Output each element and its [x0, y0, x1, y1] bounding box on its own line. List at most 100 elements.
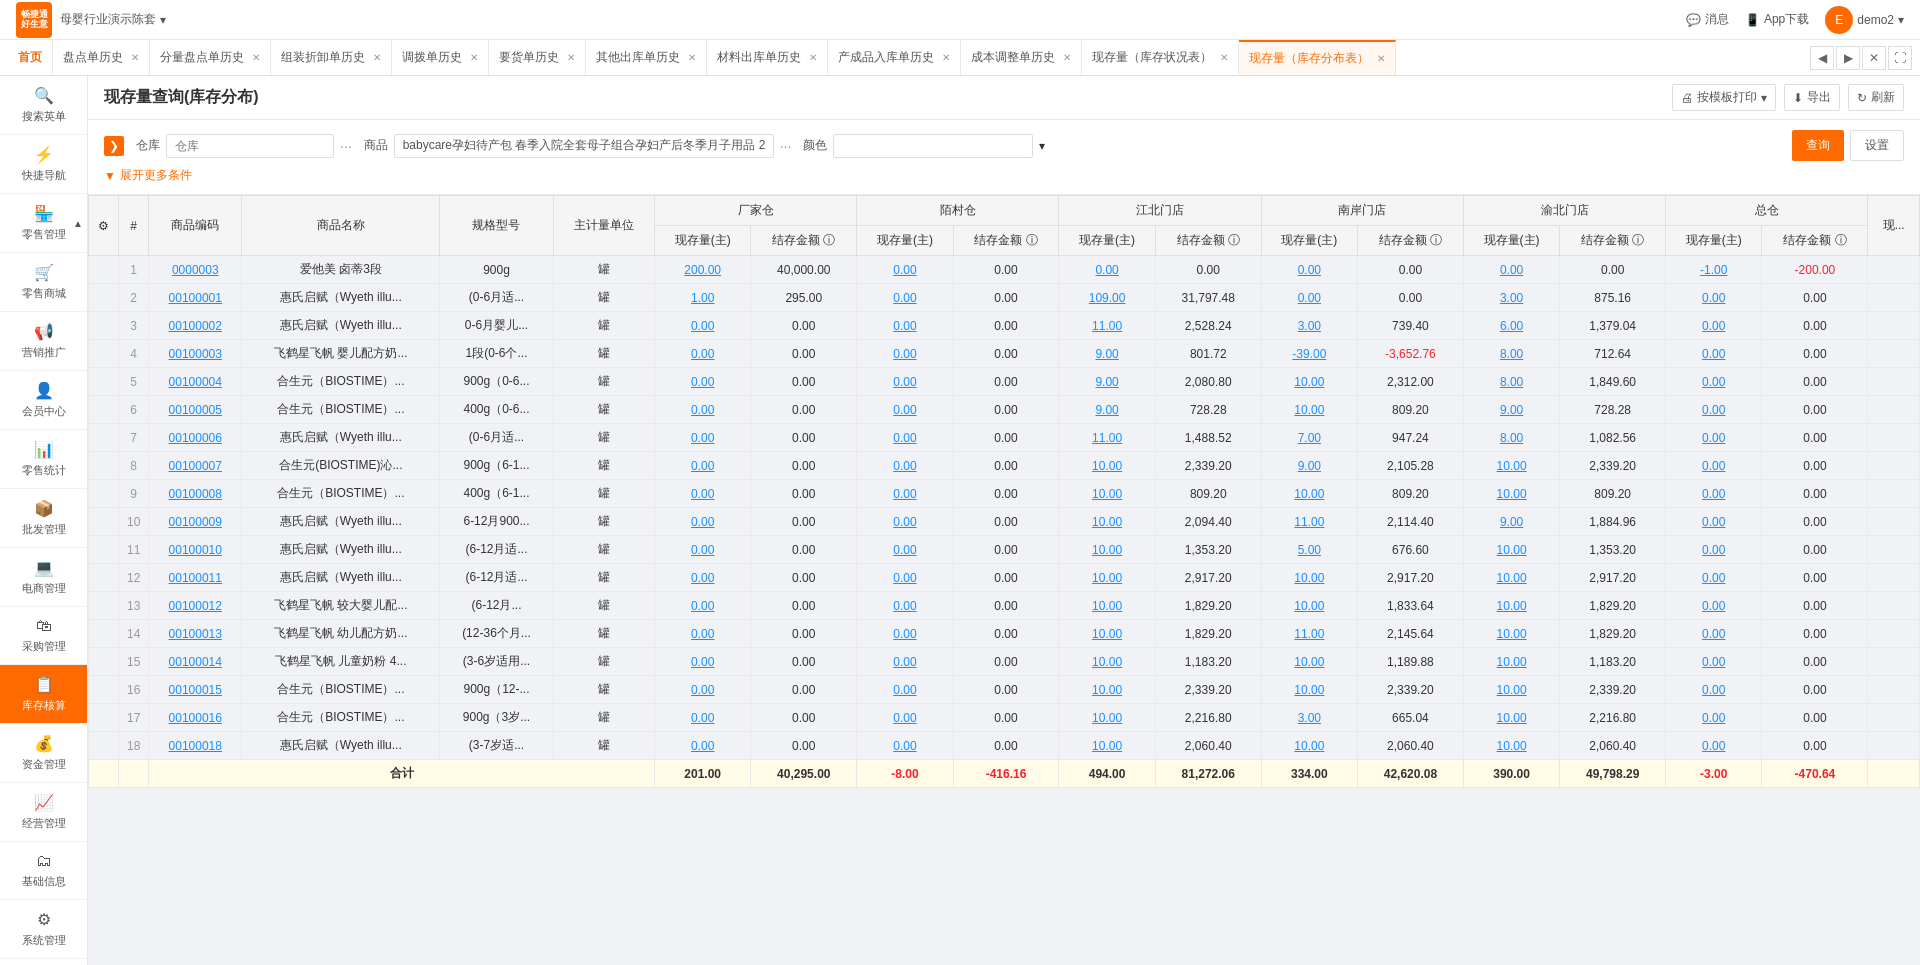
table-cell[interactable]: 00100014 — [149, 648, 242, 676]
table-cell[interactable]: 00100013 — [149, 620, 242, 648]
table-cell[interactable]: 11.00 — [1059, 424, 1155, 452]
table-cell[interactable]: 00100008 — [149, 480, 242, 508]
table-cell[interactable]: 0.00 — [1261, 256, 1357, 284]
table-cell[interactable]: 10.00 — [1059, 704, 1155, 732]
tab-close-icon[interactable]: ✕ — [567, 52, 575, 63]
table-cell[interactable]: 0.00 — [1666, 564, 1762, 592]
color-input[interactable] — [833, 134, 1033, 158]
table-cell[interactable]: 8.00 — [1463, 340, 1559, 368]
table-cell[interactable]: 7.00 — [1261, 424, 1357, 452]
table-cell[interactable]: 3.00 — [1463, 284, 1559, 312]
tab-expand-button[interactable]: ⛶ — [1888, 46, 1912, 70]
table-cell[interactable]: 0.00 — [1666, 620, 1762, 648]
table-cell[interactable]: 0.00 — [857, 564, 953, 592]
sidebar-item-system[interactable]: ⚙ 系统管理 — [0, 900, 87, 959]
table-cell[interactable]: 0.00 — [857, 284, 953, 312]
refresh-button[interactable]: ↻ 刷新 — [1848, 84, 1904, 111]
table-cell[interactable]: 0.00 — [655, 536, 751, 564]
app-download-button[interactable]: 📱 App下载 — [1745, 11, 1809, 28]
sidebar-item-basic[interactable]: 🗂 基础信息 — [0, 842, 87, 900]
sidebar-item-collab[interactable]: 🤝 企业协同 — [0, 959, 87, 965]
tab-cost-adjust[interactable]: 成本调整单历史 ✕ — [961, 40, 1082, 76]
table-cell[interactable]: 0.00 — [857, 480, 953, 508]
table-cell[interactable]: 0.00 — [655, 564, 751, 592]
table-cell[interactable]: 0.00 — [857, 368, 953, 396]
table-cell[interactable]: 0.00 — [1666, 452, 1762, 480]
table-cell[interactable]: 10.00 — [1463, 704, 1559, 732]
table-cell[interactable]: 0000003 — [149, 256, 242, 284]
table-cell[interactable]: 10.00 — [1059, 620, 1155, 648]
tab-product-in[interactable]: 产成品入库单历史 ✕ — [828, 40, 961, 76]
tab-close-all-button[interactable]: ✕ — [1862, 46, 1886, 70]
table-cell[interactable]: 0.00 — [655, 424, 751, 452]
expand-conditions-button[interactable]: ▼ 展开更多条件 — [104, 167, 1904, 184]
table-cell[interactable]: 0.00 — [1666, 396, 1762, 424]
table-cell[interactable]: 10.00 — [1463, 676, 1559, 704]
sidebar-item-ops[interactable]: 📈 经营管理 — [0, 783, 87, 842]
table-cell[interactable]: 11.00 — [1059, 312, 1155, 340]
sidebar-item-member[interactable]: 👤 会员中心 — [0, 371, 87, 430]
tab-close-icon[interactable]: ✕ — [688, 52, 696, 63]
table-cell[interactable]: 10.00 — [1261, 648, 1357, 676]
table-cell[interactable]: 10.00 — [1463, 620, 1559, 648]
sidebar-item-ecom[interactable]: 💻 电商管理 — [0, 548, 87, 607]
table-cell[interactable]: 0.00 — [655, 452, 751, 480]
table-cell[interactable]: 0.00 — [655, 648, 751, 676]
table-cell[interactable]: 0.00 — [1666, 312, 1762, 340]
table-cell[interactable]: 0.00 — [1666, 368, 1762, 396]
table-cell[interactable]: 00100004 — [149, 368, 242, 396]
table-cell[interactable]: 1.00 — [655, 284, 751, 312]
table-cell[interactable]: 0.00 — [1666, 536, 1762, 564]
tab-assemble[interactable]: 组装折卸单历史 ✕ — [271, 40, 392, 76]
table-cell[interactable]: 109.00 — [1059, 284, 1155, 312]
table-cell[interactable]: 0.00 — [857, 648, 953, 676]
table-cell[interactable]: 9.00 — [1261, 452, 1357, 480]
table-cell[interactable]: 00100015 — [149, 676, 242, 704]
sidebar-item-marketing[interactable]: 📢 营销推广 — [0, 312, 87, 371]
table-cell[interactable]: 00100001 — [149, 284, 242, 312]
product-input[interactable] — [394, 134, 774, 158]
table-cell[interactable]: 10.00 — [1463, 648, 1559, 676]
table-cell[interactable]: 0.00 — [857, 508, 953, 536]
tab-adjust[interactable]: 调拨单历史 ✕ — [392, 40, 489, 76]
table-cell[interactable]: 00100016 — [149, 704, 242, 732]
sidebar-item-nav[interactable]: ⚡ 快捷导航 — [0, 135, 87, 194]
table-cell[interactable]: 8.00 — [1463, 368, 1559, 396]
table-cell[interactable]: 00100010 — [149, 536, 242, 564]
table-cell[interactable]: 0.00 — [1666, 648, 1762, 676]
table-cell[interactable]: 10.00 — [1463, 732, 1559, 760]
tab-prev-button[interactable]: ◀ — [1810, 46, 1834, 70]
table-cell[interactable]: 8.00 — [1463, 424, 1559, 452]
table-cell[interactable]: 9.00 — [1463, 396, 1559, 424]
table-cell[interactable]: 10.00 — [1261, 396, 1357, 424]
table-cell[interactable]: 0.00 — [857, 592, 953, 620]
table-cell[interactable]: 6.00 — [1463, 312, 1559, 340]
company-selector[interactable]: 母婴行业演示陈套 ▾ — [60, 11, 166, 28]
query-button[interactable]: 查询 — [1792, 130, 1844, 161]
table-cell[interactable]: 9.00 — [1059, 368, 1155, 396]
table-cell[interactable]: 9.00 — [1463, 508, 1559, 536]
tab-close-icon[interactable]: ✕ — [809, 52, 817, 63]
table-cell[interactable]: 0.00 — [655, 480, 751, 508]
tab-stock-dist[interactable]: 现存量（库存分布表） ✕ — [1239, 40, 1396, 76]
table-cell[interactable]: 0.00 — [655, 676, 751, 704]
message-button[interactable]: 💬 消息 — [1686, 11, 1729, 28]
table-cell[interactable]: 0.00 — [1666, 480, 1762, 508]
tab-inventory[interactable]: 盘点单历史 ✕ — [53, 40, 150, 76]
table-cell[interactable]: 0.00 — [655, 704, 751, 732]
sidebar-item-finance[interactable]: 💰 资金管理 — [0, 724, 87, 783]
table-cell[interactable]: 10.00 — [1463, 536, 1559, 564]
tab-close-icon[interactable]: ✕ — [1220, 52, 1228, 63]
table-cell[interactable]: 10.00 — [1059, 536, 1155, 564]
table-cell[interactable]: -39.00 — [1261, 340, 1357, 368]
table-cell[interactable]: 00100005 — [149, 396, 242, 424]
sidebar-item-retail-store[interactable]: 🛒 零售商城 — [0, 253, 87, 312]
tab-material-out[interactable]: 材料出库单历史 ✕ — [707, 40, 828, 76]
table-cell[interactable]: 0.00 — [655, 368, 751, 396]
tab-home[interactable]: 首页 — [8, 40, 53, 76]
table-cell[interactable]: 10.00 — [1059, 732, 1155, 760]
table-cell[interactable]: 0.00 — [1463, 256, 1559, 284]
table-cell[interactable]: 11.00 — [1261, 508, 1357, 536]
sidebar-item-stock[interactable]: 📋 库存核算 — [0, 665, 87, 724]
table-cell[interactable]: 00100009 — [149, 508, 242, 536]
